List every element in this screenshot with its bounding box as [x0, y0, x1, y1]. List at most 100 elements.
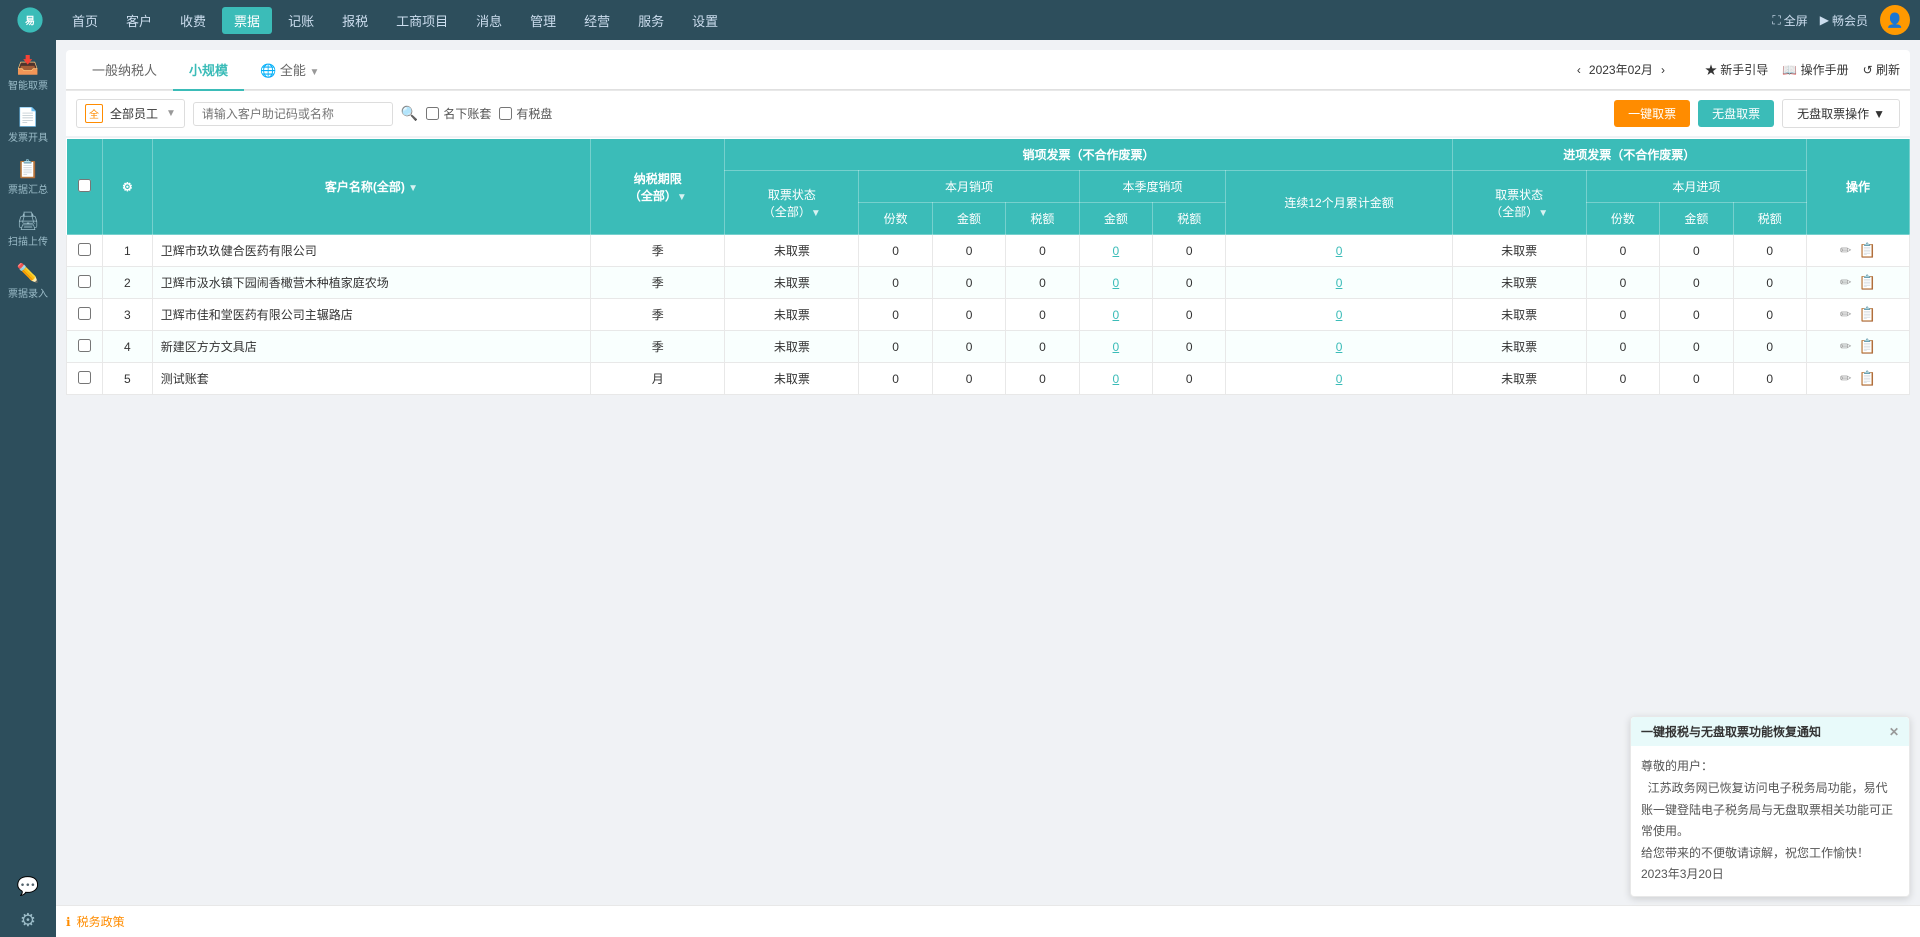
manual-btn[interactable]: 📖 操作手册 [1782, 61, 1848, 78]
tax-policy-link[interactable]: 税务政策 [77, 913, 125, 930]
row-cumulative12-1: 0 [1226, 267, 1452, 299]
row-tax-period-1: 季 [591, 267, 725, 299]
nav-item-收费[interactable]: 收费 [168, 7, 218, 34]
row-tax-period-2: 季 [591, 299, 725, 331]
view-btn-2[interactable]: 📋 [1859, 306, 1876, 322]
nav-item-设置[interactable]: 设置 [680, 7, 730, 34]
sidebar-icon-2: 📋 [17, 160, 39, 178]
bottom-icon: ℹ [66, 915, 71, 929]
header-sales-month-copies: 份数 [859, 203, 932, 235]
fullscreen-btn[interactable]: ⛶ 全屏 [1772, 12, 1807, 29]
header-month-purchase: 本月进项 [1586, 171, 1806, 203]
row-purchase-month-copies-2: 0 [1586, 299, 1659, 331]
vip-btn[interactable]: ▶ 畅会员 [1820, 12, 1868, 29]
diskless-ticket-btn[interactable]: 无盘取票 [1698, 100, 1774, 127]
view-btn-3[interactable]: 📋 [1859, 338, 1876, 354]
table-row: 2 卫辉市汲水镇下园闹香橄营木种植家庭农场 季 未取票 0 0 0 0 0 0 … [67, 267, 1910, 299]
sidebar-label-3: 扫描上传 [8, 233, 48, 248]
data-table-wrapper: ⚙ 客户名称(全部) ▼ 纳税期限（全部）▼ 销项发票（不合作废票） 进项发票（… [66, 138, 1910, 395]
edit-btn-2[interactable]: ✏ [1840, 306, 1852, 322]
row-checkbox-4[interactable] [67, 363, 103, 395]
row-purchase-month-copies-1: 0 [1586, 267, 1659, 299]
row-checkbox-3[interactable] [67, 331, 103, 363]
row-sales-ticket-status-0: 未取票 [725, 235, 859, 267]
row-num-0: 1 [103, 235, 153, 267]
nav-item-工商项目[interactable]: 工商项目 [384, 7, 460, 34]
sidebar-item-1[interactable]: 📄发票开具 [4, 100, 52, 152]
nav-item-报税[interactable]: 报税 [330, 7, 380, 34]
sidebar-item-4[interactable]: ✏️票据录入 [4, 256, 52, 308]
filter-bar: 全 全部员工 ▼ 🔍 名下账套 有税盘 一键取票 无盘取票 无盘取票操作 ▼ [66, 91, 1910, 136]
nav-item-客户[interactable]: 客户 [114, 7, 164, 34]
header-purchase-month-amount: 金额 [1660, 203, 1733, 235]
row-sales-quarter-tax-2: 0 [1153, 299, 1226, 331]
row-sales-quarter-tax-0: 0 [1153, 235, 1226, 267]
header-checkbox[interactable] [67, 139, 103, 235]
notification-header: 一键报税与无盘取票功能恢复通知 ✕ [1631, 717, 1909, 746]
nav-item-票据[interactable]: 票据 [222, 7, 272, 34]
row-actions-2: ✏ 📋 [1806, 299, 1909, 331]
nav-item-经营[interactable]: 经营 [572, 7, 622, 34]
row-tax-period-0: 季 [591, 235, 725, 267]
table-row: 4 新建区方方文具店 季 未取票 0 0 0 0 0 0 未取票 0 0 0 ✏… [67, 331, 1910, 363]
header-purchase-month-copies: 份数 [1586, 203, 1659, 235]
row-sales-quarter-amount-4: 0 [1079, 363, 1152, 395]
user-avatar[interactable]: 👤 [1880, 5, 1910, 35]
search-button[interactable]: 🔍 [401, 105, 418, 122]
my-account-filter[interactable]: 名下账套 [426, 105, 491, 122]
prev-month-btn[interactable]: ‹ [1577, 63, 1581, 77]
edit-btn-3[interactable]: ✏ [1840, 338, 1852, 354]
employee-select[interactable]: 全 全部员工 ▼ [76, 99, 185, 128]
header-sales-quarter-amount: 金额 [1079, 203, 1152, 235]
sidebar-item-2[interactable]: 📋票据汇总 [4, 152, 52, 204]
sidebar-item-3[interactable]: 🖨扫描上传 [4, 204, 52, 256]
row-purchase-ticket-status-4: 未取票 [1452, 363, 1586, 395]
nav-item-首页[interactable]: 首页 [60, 7, 110, 34]
header-sales-ticket-status: 取票状态（全部）▼ [725, 171, 859, 235]
newbie-guide-btn[interactable]: ★ 新手引导 [1705, 61, 1768, 78]
sidebar-label-4: 票据录入 [8, 285, 48, 300]
search-input[interactable] [193, 102, 393, 126]
view-btn-0[interactable]: 📋 [1859, 242, 1876, 258]
view-btn-1[interactable]: 📋 [1859, 274, 1876, 290]
row-checkbox-2[interactable] [67, 299, 103, 331]
row-checkbox-0[interactable] [67, 235, 103, 267]
one-click-ticket-btn[interactable]: 一键取票 [1614, 100, 1690, 127]
row-purchase-ticket-status-3: 未取票 [1452, 331, 1586, 363]
nav-item-服务[interactable]: 服务 [626, 7, 676, 34]
row-client-name-0: 卫辉市玖玖健合医药有限公司 [152, 235, 591, 267]
sidebar-bottom-item-0[interactable]: 💬 [13, 869, 43, 903]
sidebar-item-0[interactable]: 📥智能取票 [4, 48, 52, 100]
logo[interactable]: 易 [10, 6, 50, 34]
row-num-4: 5 [103, 363, 153, 395]
sidebar-bottom-item-1[interactable]: ⚙ [13, 903, 43, 937]
edit-btn-0[interactable]: ✏ [1840, 242, 1852, 258]
row-purchase-month-amount-3: 0 [1660, 331, 1733, 363]
nav-item-消息[interactable]: 消息 [464, 7, 514, 34]
next-month-btn[interactable]: › [1661, 63, 1665, 77]
row-purchase-month-tax-1: 0 [1733, 267, 1806, 299]
edit-btn-4[interactable]: ✏ [1840, 370, 1852, 386]
nav-item-记账[interactable]: 记账 [276, 7, 326, 34]
tab-1[interactable]: 小规模 [173, 50, 244, 91]
row-checkbox-1[interactable] [67, 267, 103, 299]
row-cumulative12-2: 0 [1226, 299, 1452, 331]
diskless-ticket-operation-btn[interactable]: 无盘取票操作 ▼ [1782, 99, 1900, 128]
header-purchase-ticket-status: 取票状态（全部）▼ [1452, 171, 1586, 235]
row-purchase-month-amount-2: 0 [1660, 299, 1733, 331]
header-settings[interactable]: ⚙ [103, 139, 153, 235]
refresh-btn[interactable]: ↺ 刷新 [1863, 61, 1900, 78]
header-month-sales: 本月销项 [859, 171, 1079, 203]
row-sales-quarter-amount-0: 0 [1079, 235, 1152, 267]
tab-2[interactable]: 🌐 全能 ▼ [244, 50, 335, 91]
row-actions-0: ✏ 📋 [1806, 235, 1909, 267]
tax-disk-filter[interactable]: 有税盘 [499, 105, 552, 122]
view-btn-4[interactable]: 📋 [1859, 370, 1876, 386]
notification-close[interactable]: ✕ [1889, 725, 1899, 739]
header-sales-month-amount: 金额 [932, 203, 1005, 235]
tab-0[interactable]: 一般纳税人 [76, 50, 173, 91]
edit-btn-1[interactable]: ✏ [1840, 274, 1852, 290]
row-client-name-1: 卫辉市汲水镇下园闹香橄营木种植家庭农场 [152, 267, 591, 299]
nav-item-管理[interactable]: 管理 [518, 7, 568, 34]
row-sales-ticket-status-1: 未取票 [725, 267, 859, 299]
